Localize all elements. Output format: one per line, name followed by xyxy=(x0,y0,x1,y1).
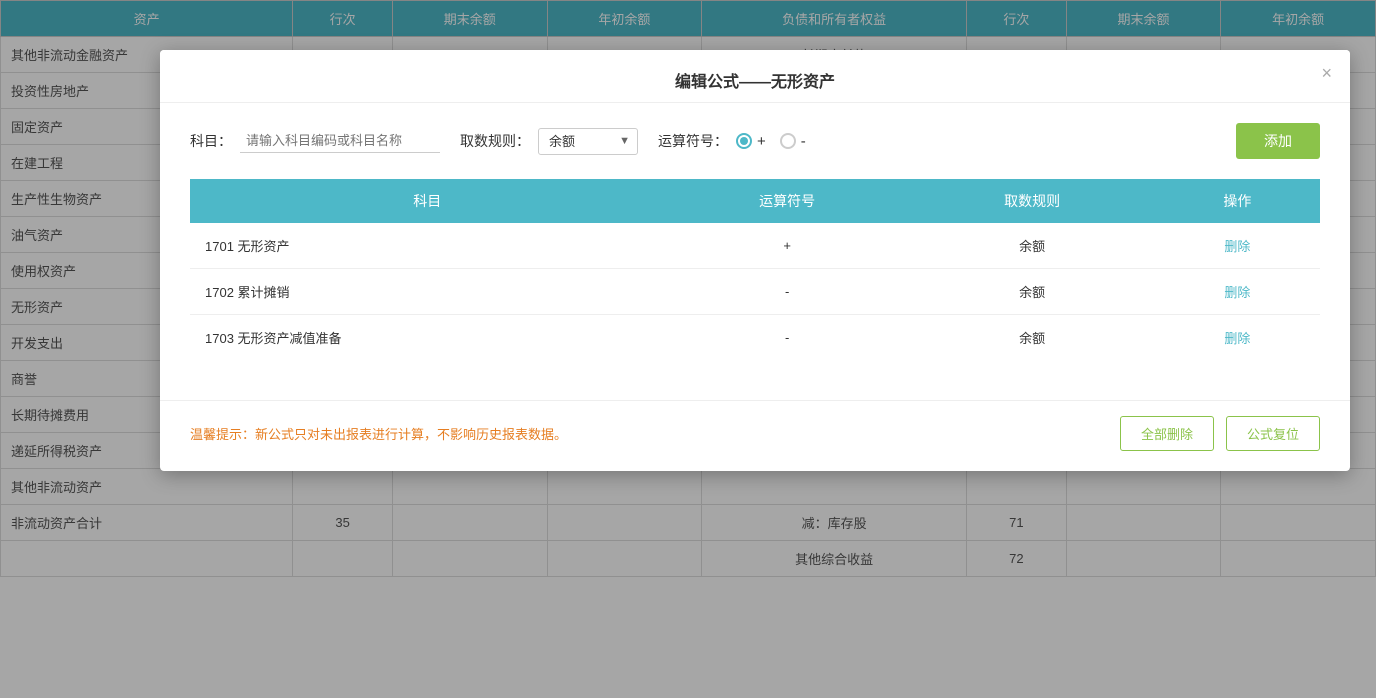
formula-subject-2: 1702 累计摊销 xyxy=(190,269,665,315)
modal-dialog: 编辑公式——无形资产 × 科目： 取数规则： 余额 借方 贷方 借方发生额 贷方… xyxy=(160,50,1350,471)
modal-footer: 温馨提示：新公式只对未出报表进行计算，不影响历史报表数据。 全部删除 公式复位 xyxy=(160,400,1350,471)
formula-rule-2: 余额 xyxy=(910,269,1155,315)
formula-action-1: 删除 xyxy=(1155,223,1320,269)
rule-label: 取数规则： xyxy=(460,131,530,151)
th-subject: 科目 xyxy=(190,179,665,223)
rule-select[interactable]: 余额 借方 贷方 借方发生额 贷方发生额 xyxy=(538,128,638,155)
radio-plus[interactable]: + xyxy=(736,133,766,150)
radio-plus-circle[interactable] xyxy=(736,133,752,149)
radio-plus-label: + xyxy=(757,133,766,150)
add-button[interactable]: 添加 xyxy=(1236,123,1320,159)
formula-row-1: 1701 无形资产 + 余额 删除 xyxy=(190,223,1320,269)
formula-operator-3: - xyxy=(665,315,910,361)
formula-row-2: 1702 累计摊销 - 余额 删除 xyxy=(190,269,1320,315)
formula-subject-3: 1703 无形资产减值准备 xyxy=(190,315,665,361)
formula-operator-1: + xyxy=(665,223,910,269)
operator-label: 运算符号： xyxy=(658,131,728,151)
delete-button-2[interactable]: 删除 xyxy=(1224,285,1250,300)
modal-header: 编辑公式——无形资产 × xyxy=(160,50,1350,103)
formula-action-3: 删除 xyxy=(1155,315,1320,361)
th-operator: 运算符号 xyxy=(665,179,910,223)
hint-text: 温馨提示：新公式只对未出报表进行计算，不影响历史报表数据。 xyxy=(190,424,567,443)
rule-select-wrapper: 余额 借方 贷方 借方发生额 贷方发生额 ▼ xyxy=(538,128,638,155)
formula-rule-1: 余额 xyxy=(910,223,1155,269)
formula-row-3: 1703 无形资产减值准备 - 余额 删除 xyxy=(190,315,1320,361)
formula-table: 科目 运算符号 取数规则 操作 1701 无形资产 + 余额 删除 1702 累… xyxy=(190,179,1320,360)
footer-buttons: 全部删除 公式复位 xyxy=(1120,416,1320,451)
delete-all-button[interactable]: 全部删除 xyxy=(1120,416,1214,451)
modal-body: 科目： 取数规则： 余额 借方 贷方 借方发生额 贷方发生额 ▼ 运算 xyxy=(160,103,1350,400)
radio-minus[interactable]: - xyxy=(780,133,806,150)
radio-minus-label: - xyxy=(801,133,806,150)
modal-close-button[interactable]: × xyxy=(1321,64,1332,82)
subject-label: 科目： xyxy=(190,131,232,151)
radio-plus-dot xyxy=(740,137,748,145)
th-rule: 取数规则 xyxy=(910,179,1155,223)
subject-group: 科目： xyxy=(190,129,440,153)
radio-minus-circle[interactable] xyxy=(780,133,796,149)
formula-subject-1: 1701 无形资产 xyxy=(190,223,665,269)
rule-group: 取数规则： 余额 借方 贷方 借方发生额 贷方发生额 ▼ xyxy=(460,128,638,155)
operator-radio-group: + - xyxy=(736,133,806,150)
delete-button-3[interactable]: 删除 xyxy=(1224,331,1250,346)
formula-operator-2: - xyxy=(665,269,910,315)
operator-group: 运算符号： + - xyxy=(658,131,806,151)
reset-formula-button[interactable]: 公式复位 xyxy=(1226,416,1320,451)
subject-input[interactable] xyxy=(240,129,440,153)
delete-button-1[interactable]: 删除 xyxy=(1224,239,1250,254)
formula-rule-3: 余额 xyxy=(910,315,1155,361)
modal-title: 编辑公式——无形资产 xyxy=(675,74,835,91)
th-action: 操作 xyxy=(1155,179,1320,223)
form-row: 科目： 取数规则： 余额 借方 贷方 借方发生额 贷方发生额 ▼ 运算 xyxy=(190,123,1320,159)
formula-action-2: 删除 xyxy=(1155,269,1320,315)
